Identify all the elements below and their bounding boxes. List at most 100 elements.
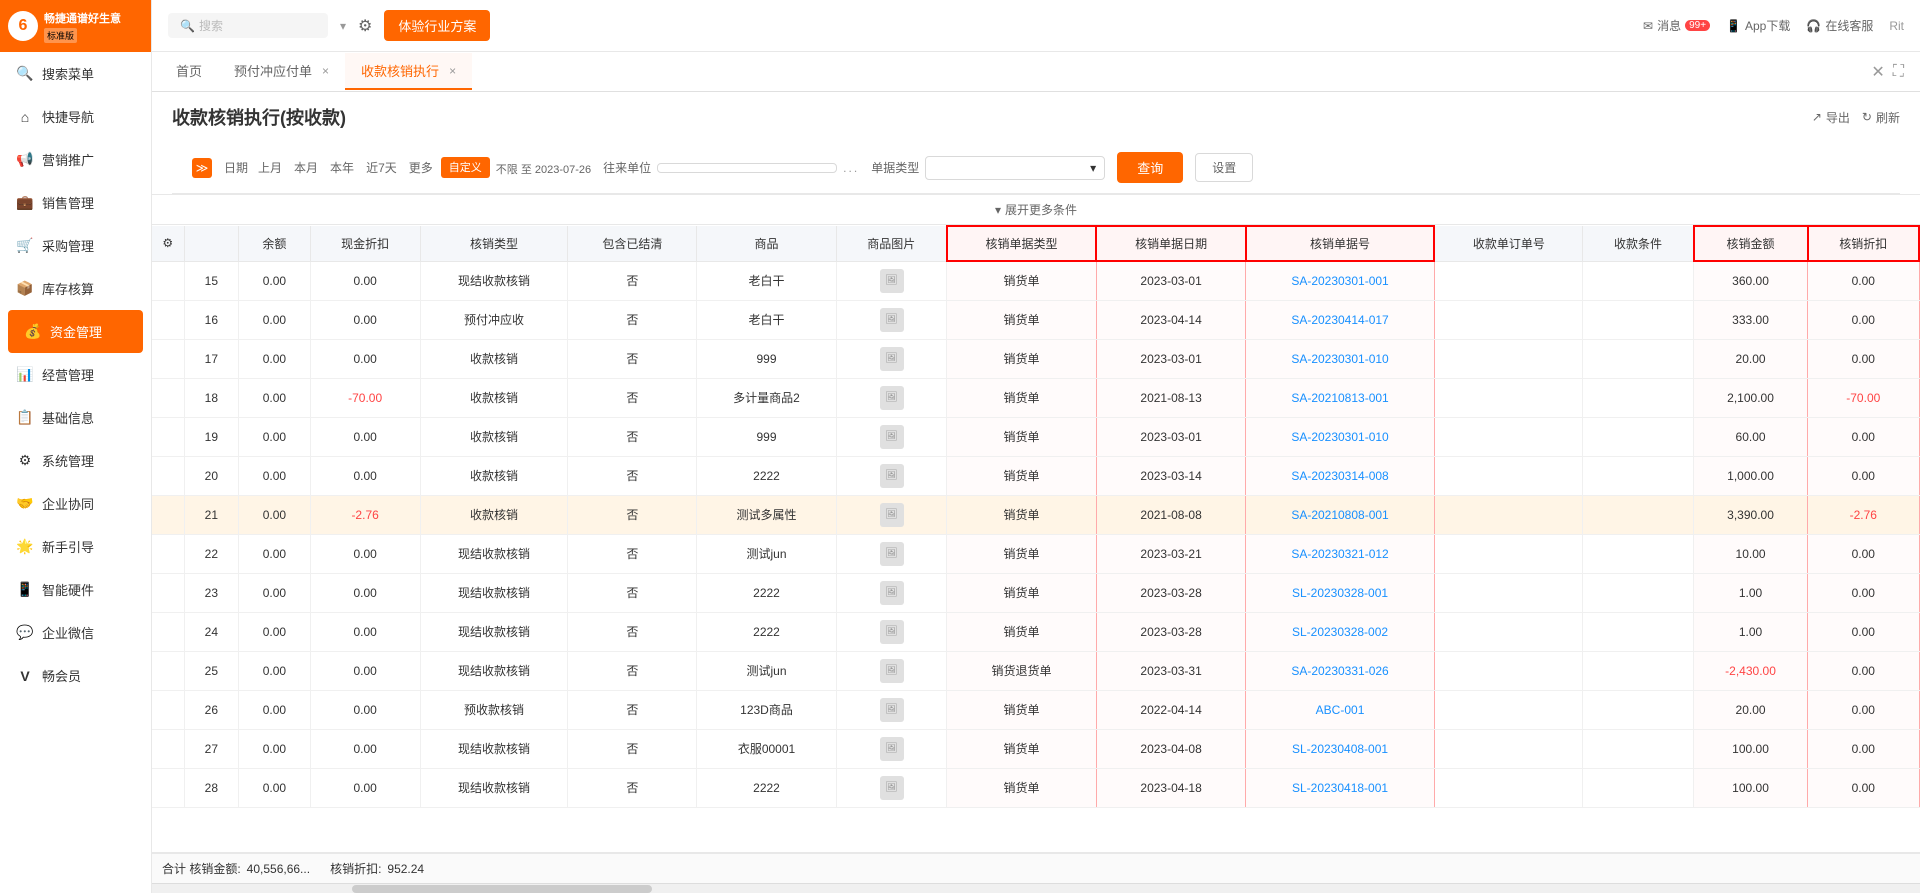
sidebar-item-wechat[interactable]: 💬 企业微信 <box>0 611 151 654</box>
table-row[interactable]: 170.000.00收款核销否999🖼销货单2023-03-01SA-20230… <box>152 339 1919 378</box>
sidebar-item-smarthardware[interactable]: 📱 智能硬件 <box>0 568 151 611</box>
td-writeoff-no[interactable]: ABC-001 <box>1246 690 1434 729</box>
filter-expand-button[interactable]: ≫ <box>192 158 212 178</box>
sidebar-item-vip[interactable]: V 畅会员 <box>0 654 151 697</box>
writeoff-no-link[interactable]: SA-20230301-010 <box>1291 430 1388 444</box>
dropdown-arrow-icon[interactable]: ▾ <box>340 19 346 33</box>
voucher-type-select[interactable]: ▾ <box>925 156 1105 180</box>
writeoff-no-link[interactable]: SA-20230301-010 <box>1291 352 1388 366</box>
tab-prepay[interactable]: 预付冲应付单 × <box>218 53 345 90</box>
table-row[interactable]: 150.000.00现结收款核销否老白干🖼销货单2023-03-01SA-202… <box>152 261 1919 300</box>
custom-date-btn[interactable]: 自定义 <box>441 157 490 178</box>
td-settings[interactable] <box>152 690 184 729</box>
td-writeoff-no[interactable]: SL-20230328-001 <box>1246 573 1434 612</box>
table-row[interactable]: 160.000.00预付冲应收否老白干🖼销货单2023-04-14SA-2023… <box>152 300 1919 339</box>
sidebar-item-enterprise[interactable]: 🤝 企业协同 <box>0 482 151 525</box>
refresh-button[interactable]: ↻ 刷新 <box>1862 109 1900 126</box>
tab-home[interactable]: 首页 <box>160 53 218 90</box>
td-writeoff-no[interactable]: SA-20230301-010 <box>1246 417 1434 456</box>
writeoff-no-link[interactable]: SA-20230331-026 <box>1291 664 1388 678</box>
td-settings[interactable] <box>152 456 184 495</box>
writeoff-no-link[interactable]: SA-20230321-012 <box>1291 547 1388 561</box>
solution-button[interactable]: 体验行业方案 <box>384 10 490 41</box>
td-settings[interactable] <box>152 261 184 300</box>
writeoff-no-link[interactable]: SA-20230314-008 <box>1291 469 1388 483</box>
export-button[interactable]: ↗ 导出 <box>1812 109 1850 126</box>
td-writeoff-no[interactable]: SA-20230331-026 <box>1246 651 1434 690</box>
writeoff-no-link[interactable]: SA-20230414-017 <box>1291 313 1388 327</box>
sidebar-item-quicknav[interactable]: ⌂ 快捷导航 <box>0 95 151 138</box>
table-row[interactable]: 230.000.00现结收款核销否2222🖼销货单2023-03-28SL-20… <box>152 573 1919 612</box>
td-settings[interactable] <box>152 417 184 456</box>
sidebar-item-inventory[interactable]: 📦 库存核算 <box>0 267 151 310</box>
td-settings[interactable] <box>152 534 184 573</box>
more-btn[interactable]: 更多 <box>405 157 437 178</box>
writeoff-no-link[interactable]: SA-20210808-001 <box>1291 508 1388 522</box>
table-row[interactable]: 220.000.00现结收款核销否测试jun🖼销货单2023-03-21SA-2… <box>152 534 1919 573</box>
td-writeoff-no[interactable]: SA-20230301-001 <box>1246 261 1434 300</box>
user-name[interactable]: Rit <box>1889 19 1904 33</box>
this-year-btn[interactable]: 本年 <box>326 157 358 178</box>
counterpart-input[interactable] <box>657 163 837 173</box>
writeoff-no-link[interactable]: SA-20210813-001 <box>1291 391 1388 405</box>
horizontal-scrollbar[interactable] <box>152 883 1920 893</box>
last-month-btn[interactable]: 上月 <box>254 157 286 178</box>
td-settings[interactable] <box>152 300 184 339</box>
td-writeoff-no[interactable]: SA-20230321-012 <box>1246 534 1434 573</box>
td-settings[interactable] <box>152 495 184 534</box>
query-button[interactable]: 查询 <box>1117 152 1183 183</box>
tab-close-all-icon[interactable]: ✕ <box>1871 62 1884 82</box>
table-row[interactable]: 250.000.00现结收款核销否测试jun🖼销货退货单2023-03-31SA… <box>152 651 1919 690</box>
writeoff-no-link[interactable]: SL-20230328-001 <box>1292 586 1388 600</box>
tab-prepay-close-icon[interactable]: × <box>322 64 329 78</box>
sidebar-item-sales[interactable]: 💼 销售管理 <box>0 181 151 224</box>
td-writeoff-no[interactable]: SA-20230301-010 <box>1246 339 1434 378</box>
tab-expand-icon[interactable]: ⛶ <box>1893 63 1904 81</box>
sidebar-item-basicinfo[interactable]: 📋 基础信息 <box>0 396 151 439</box>
th-settings[interactable]: ⚙ <box>152 226 184 261</box>
writeoff-no-link[interactable]: SL-20230408-001 <box>1292 742 1388 756</box>
table-row[interactable]: 180.00-70.00收款核销否多计量商品2🖼销货单2021-08-13SA-… <box>152 378 1919 417</box>
sidebar-item-beginner[interactable]: 🌟 新手引导 <box>0 525 151 568</box>
writeoff-no-link[interactable]: ABC-001 <box>1316 703 1365 717</box>
td-writeoff-no[interactable]: SL-20230408-001 <box>1246 729 1434 768</box>
settings-gear-icon[interactable]: ⚙ <box>358 16 372 36</box>
td-settings[interactable] <box>152 651 184 690</box>
table-row[interactable]: 190.000.00收款核销否999🖼销货单2023-03-01SA-20230… <box>152 417 1919 456</box>
search-bar[interactable]: 🔍 搜索 <box>168 13 328 38</box>
tab-collection-exec-close-icon[interactable]: × <box>449 64 456 78</box>
tab-collection-exec[interactable]: 收款核销执行 × <box>345 53 472 90</box>
sidebar-item-finance[interactable]: 💰 资金管理 <box>8 310 143 353</box>
sidebar-item-marketing[interactable]: 📢 营销推广 <box>0 138 151 181</box>
writeoff-no-link[interactable]: SL-20230418-001 <box>1292 781 1388 795</box>
app-download-item[interactable]: 📱 App下载 <box>1726 17 1790 34</box>
online-service-item[interactable]: 🎧 在线客服 <box>1806 17 1873 34</box>
expand-more-button[interactable]: ▾ 展开更多条件 <box>995 201 1077 218</box>
td-settings[interactable] <box>152 339 184 378</box>
td-writeoff-no[interactable]: SA-20210808-001 <box>1246 495 1434 534</box>
sidebar-item-system[interactable]: ⚙ 系统管理 <box>0 439 151 482</box>
table-row[interactable]: 280.000.00现结收款核销否2222🖼销货单2023-04-18SL-20… <box>152 768 1919 807</box>
setting-button[interactable]: 设置 <box>1195 153 1253 182</box>
scrollbar-thumb[interactable] <box>352 885 652 893</box>
writeoff-no-link[interactable]: SL-20230328-002 <box>1292 625 1388 639</box>
last7days-btn[interactable]: 近7天 <box>362 157 401 178</box>
td-writeoff-no[interactable]: SL-20230418-001 <box>1246 768 1434 807</box>
table-row[interactable]: 200.000.00收款核销否2222🖼销货单2023-03-14SA-2023… <box>152 456 1919 495</box>
sidebar-item-purchase[interactable]: 🛒 采购管理 <box>0 224 151 267</box>
td-settings[interactable] <box>152 729 184 768</box>
table-row[interactable]: 240.000.00现结收款核销否2222🖼销货单2023-03-28SL-20… <box>152 612 1919 651</box>
td-writeoff-no[interactable]: SA-20230314-008 <box>1246 456 1434 495</box>
table-row[interactable]: 210.00-2.76收款核销否测试多属性🖼销货单2021-08-08SA-20… <box>152 495 1919 534</box>
td-settings[interactable] <box>152 573 184 612</box>
this-month-btn[interactable]: 本月 <box>290 157 322 178</box>
notification-item[interactable]: ✉ 消息 99+ <box>1643 17 1710 34</box>
sidebar-item-search[interactable]: 🔍 搜索菜单 <box>0 52 151 95</box>
td-settings[interactable] <box>152 768 184 807</box>
table-row[interactable]: 260.000.00预收款核销否123D商品🖼销货单2022-04-14ABC-… <box>152 690 1919 729</box>
td-writeoff-no[interactable]: SA-20230414-017 <box>1246 300 1434 339</box>
td-writeoff-no[interactable]: SA-20210813-001 <box>1246 378 1434 417</box>
table-row[interactable]: 270.000.00现结收款核销否衣服00001🖼销货单2023-04-08SL… <box>152 729 1919 768</box>
sidebar-item-operations[interactable]: 📊 经营管理 <box>0 353 151 396</box>
td-settings[interactable] <box>152 378 184 417</box>
